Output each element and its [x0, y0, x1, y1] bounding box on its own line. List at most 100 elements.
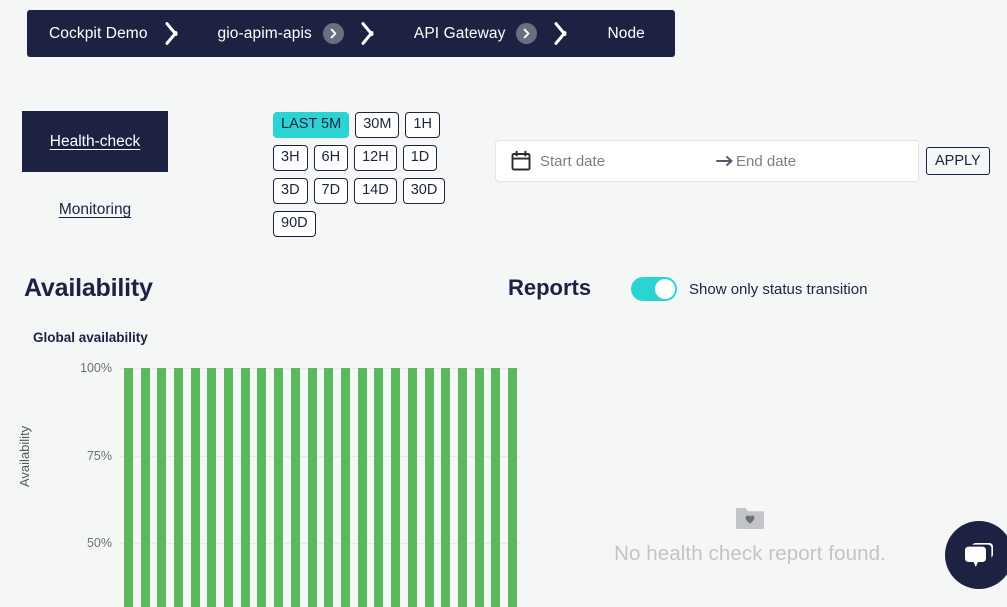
time-range-3d[interactable]: 3D	[273, 178, 308, 204]
availability-title: Availability	[24, 274, 153, 303]
chart-bar-slot	[320, 368, 337, 607]
chart-bar-slot	[270, 368, 287, 607]
time-range-30d[interactable]: 30D	[403, 178, 446, 204]
chart-bar[interactable]	[124, 368, 133, 607]
chart-bar-slot	[471, 368, 488, 607]
chart-bar-slot	[204, 368, 221, 607]
chart-bar[interactable]	[374, 368, 383, 607]
toggle-label: Show only status transition	[689, 281, 867, 298]
chart-bar-slot	[421, 368, 438, 607]
chat-bubbles-icon[interactable]	[945, 521, 1007, 589]
chart-bar[interactable]	[174, 368, 183, 607]
chart-bar[interactable]	[475, 368, 484, 607]
breadcrumb-label: gio-apim-apis	[218, 25, 312, 43]
chart-bar[interactable]	[141, 368, 150, 607]
y-axis-tick-label: 50%	[24, 536, 112, 550]
chart-bar[interactable]	[257, 368, 266, 607]
chart-bar[interactable]	[241, 368, 250, 607]
folder-heart-icon	[555, 505, 945, 536]
chart-bar[interactable]	[458, 368, 467, 607]
chevron-right-circle-icon[interactable]	[516, 23, 537, 44]
chart-bar-slot	[287, 368, 304, 607]
chart-bar-slot	[337, 368, 354, 607]
breadcrumb-item-gio-apim-apis[interactable]: gio-apim-apis	[192, 10, 358, 57]
chart-bar[interactable]	[207, 368, 216, 607]
chart-bars	[120, 368, 521, 607]
arrow-right-icon	[714, 154, 736, 168]
chevron-right-circle-icon[interactable]	[323, 23, 344, 44]
date-range-picker[interactable]	[495, 140, 919, 182]
y-axis-tick-label: 100%	[24, 361, 112, 375]
chart-bar[interactable]	[491, 368, 500, 607]
reports-title: Reports	[508, 275, 591, 301]
chart-bar[interactable]	[391, 368, 400, 607]
sidebar: Health-check Monitoring	[22, 111, 168, 219]
chart-bar-slot	[120, 368, 137, 607]
breadcrumb: Cockpit Demo gio-apim-apis API Gateway N…	[27, 10, 675, 57]
chart-bar-slot	[237, 368, 254, 607]
chart-bar-slot	[220, 368, 237, 607]
calendar-icon[interactable]	[510, 150, 532, 172]
chart-plot-area	[120, 355, 504, 607]
breadcrumb-separator-icon	[551, 10, 581, 57]
time-range-last-5m[interactable]: LAST 5M	[273, 112, 349, 138]
status-transition-toggle-row: Show only status transition	[631, 277, 867, 301]
chart-bar[interactable]	[191, 368, 200, 607]
start-date-input[interactable]	[540, 147, 714, 175]
chart-bar[interactable]	[324, 368, 333, 607]
chart-bar[interactable]	[157, 368, 166, 607]
chart-bar[interactable]	[291, 368, 300, 607]
chart-bar[interactable]	[341, 368, 350, 607]
time-range-6h[interactable]: 6H	[314, 145, 349, 171]
breadcrumb-item-cockpit-demo[interactable]: Cockpit Demo	[27, 10, 162, 57]
time-range-3h[interactable]: 3H	[273, 145, 308, 171]
chart-bar-slot	[454, 368, 471, 607]
sidebar-item-health-check[interactable]: Health-check	[22, 111, 168, 172]
sidebar-item-label: Health-check	[50, 133, 140, 151]
chart-bar[interactable]	[224, 368, 233, 607]
chart-bar[interactable]	[358, 368, 367, 607]
chart-bar[interactable]	[508, 368, 517, 607]
chart-bar-slot	[404, 368, 421, 607]
time-range-12h[interactable]: 12H	[354, 145, 397, 171]
chart-bar-slot	[153, 368, 170, 607]
breadcrumb-separator-icon	[358, 10, 388, 57]
chart-bar[interactable]	[441, 368, 450, 607]
chart-bar-slot	[387, 368, 404, 607]
toggle-knob	[655, 279, 675, 299]
chart-bar[interactable]	[425, 368, 434, 607]
chart-bar-slot	[254, 368, 271, 607]
time-range-14d[interactable]: 14D	[354, 178, 397, 204]
chart-bar-slot	[354, 368, 371, 607]
time-range-1h[interactable]: 1H	[405, 112, 440, 138]
time-range-90d[interactable]: 90D	[273, 211, 316, 237]
breadcrumb-label: Node	[607, 25, 644, 43]
chart-bar-slot	[137, 368, 154, 607]
time-range-30m[interactable]: 30M	[355, 112, 399, 138]
breadcrumb-label: Cockpit Demo	[49, 25, 148, 43]
reports-empty-state: No health check report found.	[555, 505, 945, 566]
empty-state-message: No health check report found.	[555, 542, 945, 566]
breadcrumb-item-api-gateway[interactable]: API Gateway	[388, 10, 552, 57]
chart-bar-slot	[170, 368, 187, 607]
chat-bubbles-glyph	[961, 539, 997, 571]
breadcrumb-label: API Gateway	[414, 25, 506, 43]
sidebar-item-label: Monitoring	[59, 201, 131, 219]
chart-bar-slot	[437, 368, 454, 607]
chart-bar-slot	[487, 368, 504, 607]
chart-bar[interactable]	[408, 368, 417, 607]
breadcrumb-separator-icon	[162, 10, 192, 57]
apply-button[interactable]: APPLY	[926, 147, 990, 175]
chart-bar[interactable]	[274, 368, 283, 607]
chart-bar-slot	[504, 368, 521, 607]
y-axis-tick-label: 75%	[24, 449, 112, 463]
end-date-input[interactable]	[736, 147, 910, 175]
time-range-7d[interactable]: 7D	[314, 178, 349, 204]
show-only-status-transition-toggle[interactable]	[631, 277, 677, 301]
chart-bar[interactable]	[308, 368, 317, 607]
chart-subtitle: Global availability	[33, 330, 148, 345]
breadcrumb-item-node[interactable]: Node	[581, 10, 674, 57]
time-range-1d[interactable]: 1D	[403, 145, 438, 171]
availability-chart: Availability 100%75%50%	[24, 355, 504, 607]
sidebar-item-monitoring[interactable]: Monitoring	[22, 201, 168, 219]
